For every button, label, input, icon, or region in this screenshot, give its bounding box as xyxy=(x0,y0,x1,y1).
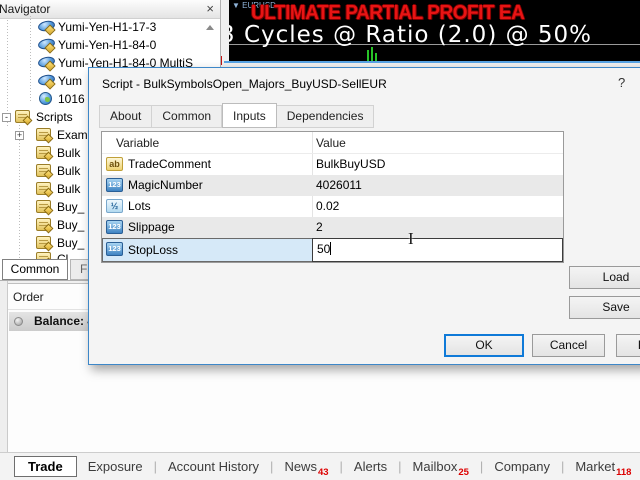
close-icon[interactable]: × xyxy=(206,1,214,17)
inputs-table: Variable Value ab TradeComment BulkBuyUS… xyxy=(101,131,564,263)
tab-inputs[interactable]: Inputs xyxy=(222,103,277,128)
column-header-value: Value xyxy=(316,136,346,150)
scroll-up-icon[interactable] xyxy=(206,25,214,30)
script-scroll-icon xyxy=(15,110,30,123)
tab-common[interactable]: Common xyxy=(152,105,222,128)
table-header: Variable Value xyxy=(102,132,563,154)
balance-row[interactable]: Balance: 4 xyxy=(9,312,89,331)
terminal-left-strip xyxy=(0,281,8,452)
mt4-window: ▼ EURUSD ULTIMATE PARTIAL PROFIT EA 3 Cy… xyxy=(0,0,640,480)
mailbox-badge: 25 xyxy=(458,467,469,478)
cancel-button[interactable]: Cancel xyxy=(532,334,605,357)
dialog-tab-strip: About Common Inputs Dependencies xyxy=(99,104,374,128)
collapse-icon[interactable]: - xyxy=(2,113,11,122)
column-header-variable: Variable xyxy=(116,136,159,150)
tab-company[interactable]: Company xyxy=(483,459,561,474)
globe-icon xyxy=(39,92,52,105)
navigator-title: Navigator × xyxy=(0,0,220,19)
expert-advisor-icon xyxy=(38,55,55,70)
help-icon[interactable]: ? xyxy=(618,75,625,90)
table-row[interactable]: ab TradeComment BulkBuyUSD xyxy=(102,154,563,175)
tick-bar xyxy=(367,50,369,61)
chart-panel[interactable]: ▼ EURUSD ULTIMATE PARTIAL PROFIT EA 3 Cy… xyxy=(229,0,640,61)
news-badge: 43 xyxy=(318,467,329,478)
tab-exposure[interactable]: Exposure xyxy=(77,459,154,474)
value-edit-input[interactable]: 50 xyxy=(312,238,563,262)
text-caret xyxy=(330,242,331,255)
ok-button[interactable]: OK xyxy=(444,334,524,357)
chart-window-border xyxy=(224,61,640,63)
expert-advisor-icon xyxy=(38,37,55,52)
script-scroll-icon xyxy=(36,128,51,141)
reset-button[interactable]: Reset xyxy=(616,334,640,357)
script-dialog: Script - BulkSymbolsOpen_Majors_BuyUSD-S… xyxy=(88,67,640,365)
tab-about[interactable]: About xyxy=(99,105,152,128)
chart-dropdown-icon[interactable]: ▼ xyxy=(232,1,240,10)
script-scroll-icon xyxy=(36,218,51,231)
script-scroll-icon xyxy=(36,182,51,195)
script-scroll-icon xyxy=(36,200,51,213)
market-badge: 118 xyxy=(616,467,631,478)
tab-news[interactable]: News43 xyxy=(273,459,339,474)
expert-advisor-icon xyxy=(38,19,55,34)
tab-dependencies[interactable]: Dependencies xyxy=(277,105,375,128)
script-scroll-icon xyxy=(36,236,51,249)
integer-type-icon: 123 xyxy=(106,242,123,256)
text-cursor: I xyxy=(408,229,414,249)
double-type-icon: ½ xyxy=(106,199,123,213)
tab-account-history[interactable]: Account History xyxy=(157,459,270,474)
tree-connector xyxy=(19,122,20,258)
balance-label: Balance: 4 xyxy=(34,314,89,328)
tick-bar xyxy=(375,53,377,61)
table-row[interactable]: 123 MagicNumber 4026011 xyxy=(102,175,563,196)
tab-trade[interactable]: Trade xyxy=(14,456,77,477)
expert-advisor-icon xyxy=(38,73,55,88)
navigator-tab-common[interactable]: Common xyxy=(2,259,68,280)
order-column-header[interactable]: Order xyxy=(13,290,44,304)
tab-mailbox[interactable]: Mailbox25 xyxy=(402,459,480,474)
expand-icon[interactable]: + xyxy=(15,131,24,140)
table-row-selected[interactable]: 123 StopLoss 50 xyxy=(102,238,563,262)
tick-bar xyxy=(371,47,373,61)
script-scroll-icon xyxy=(36,164,51,177)
table-row[interactable]: 123 Slippage 2 xyxy=(102,217,563,238)
save-button[interactable]: Save xyxy=(569,296,640,319)
balance-status-icon xyxy=(14,317,23,326)
load-button[interactable]: Load xyxy=(569,266,640,289)
integer-type-icon: 123 xyxy=(106,220,123,234)
script-scroll-icon xyxy=(36,146,51,159)
ea-overlay-title: ULTIMATE PARTIAL PROFIT EA xyxy=(251,2,524,24)
integer-type-icon: 123 xyxy=(106,178,123,192)
tab-market[interactable]: Market118 xyxy=(564,459,640,474)
text-type-icon: ab xyxy=(106,157,123,171)
table-row[interactable]: ½ Lots 0.02 xyxy=(102,196,563,217)
tab-alerts[interactable]: Alerts xyxy=(343,459,398,474)
terminal-tab-bar: Trade Exposure | Account History | News4… xyxy=(0,452,640,480)
dialog-title: Script - BulkSymbolsOpen_Majors_BuyUSD-S… xyxy=(102,77,387,91)
ea-overlay-subtitle: 3 Cycles @ Ratio (2.0) @ 50% xyxy=(229,22,592,48)
tree-connector xyxy=(30,16,31,102)
